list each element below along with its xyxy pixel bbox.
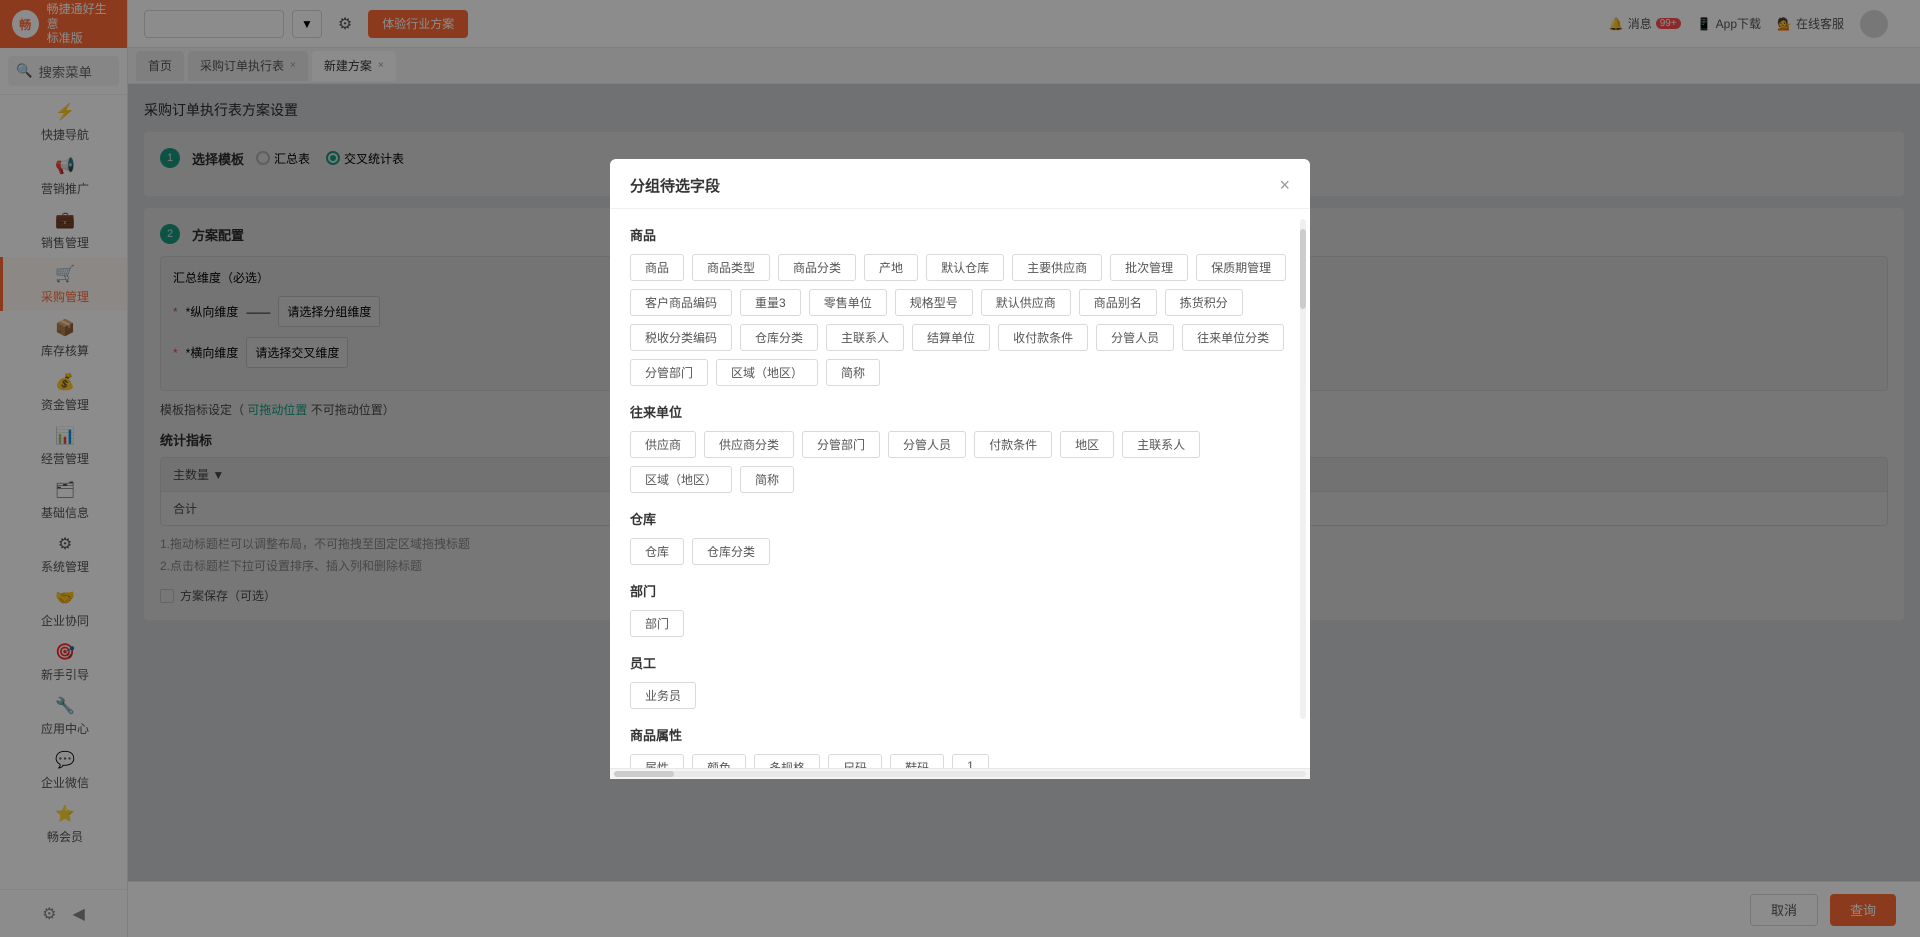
tag-shangpin-2[interactable]: 商品分类: [778, 254, 856, 281]
modal-close-button[interactable]: ×: [1279, 175, 1290, 196]
tag-shangpin-23[interactable]: 区域（地区）: [716, 359, 818, 386]
modal-tags-shangpin: 商品 商品类型 商品分类 产地 默认仓库 主要供应商 批次管理 保质期管理 客户…: [630, 254, 1290, 386]
tag-shangpin-21[interactable]: 往来单位分类: [1182, 324, 1284, 351]
section-title-cangku: 仓库: [630, 509, 1290, 528]
tag-shangpin-3[interactable]: 产地: [864, 254, 918, 281]
tag-bumen-0[interactable]: 部门: [630, 610, 684, 637]
tag-wanglai-6[interactable]: 主联系人: [1122, 431, 1200, 458]
tag-shuxing-1[interactable]: 颜色: [692, 754, 746, 768]
tag-wanglai-3[interactable]: 分管人员: [888, 431, 966, 458]
section-title-shangpin: 商品: [630, 225, 1290, 244]
modal-hscrollbar[interactable]: [610, 768, 1310, 779]
tag-yuangong-0[interactable]: 业务员: [630, 682, 696, 709]
modal-overlay: 分组待选字段 × 商品 商品 商品类型 商品分类 产地 默认仓库 主要供应商 批…: [0, 0, 1920, 937]
tag-shuxing-2[interactable]: 多规格: [754, 754, 820, 768]
modal-tags-bumen: 部门: [630, 610, 1290, 637]
tag-wanglai-7[interactable]: 区域（地区）: [630, 466, 732, 493]
tag-shangpin-8[interactable]: 客户商品编码: [630, 289, 732, 316]
tag-shangpin-19[interactable]: 收付款条件: [998, 324, 1088, 351]
tag-shuxing-5[interactable]: 1: [952, 754, 989, 768]
tag-shangpin-22[interactable]: 分管部门: [630, 359, 708, 386]
tag-shangpin-13[interactable]: 商品别名: [1079, 289, 1157, 316]
section-title-wanglai: 往来单位: [630, 402, 1290, 421]
tag-shangpin-18[interactable]: 结算单位: [912, 324, 990, 351]
tag-shangpin-12[interactable]: 默认供应商: [981, 289, 1071, 316]
tag-wanglai-5[interactable]: 地区: [1060, 431, 1114, 458]
modal-title: 分组待选字段: [630, 175, 720, 196]
tag-wanglai-8[interactable]: 简称: [740, 466, 794, 493]
tag-wanglai-2[interactable]: 分管部门: [802, 431, 880, 458]
tag-wanglai-1[interactable]: 供应商分类: [704, 431, 794, 458]
tag-shangpin-11[interactable]: 规格型号: [895, 289, 973, 316]
tag-shangpin-17[interactable]: 主联系人: [826, 324, 904, 351]
tag-wanglai-0[interactable]: 供应商: [630, 431, 696, 458]
modal-body: 商品 商品 商品类型 商品分类 产地 默认仓库 主要供应商 批次管理 保质期管理…: [610, 209, 1310, 768]
modal-tags-wanglai: 供应商 供应商分类 分管部门 分管人员 付款条件 地区 主联系人 区域（地区） …: [630, 431, 1290, 493]
hscroll-track: [614, 771, 1306, 777]
tag-shangpin-24[interactable]: 简称: [826, 359, 880, 386]
section-title-yuangong: 员工: [630, 653, 1290, 672]
modal-vscrollbar[interactable]: [1300, 219, 1306, 719]
tag-shuxing-0[interactable]: 属性: [630, 754, 684, 768]
modal-tags-yuangong: 业务员: [630, 682, 1290, 709]
tag-cangku-1[interactable]: 仓库分类: [692, 538, 770, 565]
tag-shangpin-6[interactable]: 批次管理: [1110, 254, 1188, 281]
modal-section-cangku: 仓库 仓库 仓库分类: [630, 509, 1290, 565]
modal-header: 分组待选字段 ×: [610, 159, 1310, 209]
tag-cangku-0[interactable]: 仓库: [630, 538, 684, 565]
section-title-shuxing: 商品属性: [630, 725, 1290, 744]
tag-shuxing-3[interactable]: 尺码: [828, 754, 882, 768]
modal-section-shuxing: 商品属性 属性 颜色 多规格 尺码 鞋码 1: [630, 725, 1290, 768]
modal-section-bumen: 部门 部门: [630, 581, 1290, 637]
tag-shangpin-9[interactable]: 重量3: [740, 289, 801, 316]
tag-shangpin-4[interactable]: 默认仓库: [926, 254, 1004, 281]
modal-tags-cangku: 仓库 仓库分类: [630, 538, 1290, 565]
tag-shangpin-1[interactable]: 商品类型: [692, 254, 770, 281]
modal-vscrollbar-thumb: [1300, 229, 1306, 309]
tag-shangpin-10[interactable]: 零售单位: [809, 289, 887, 316]
tag-shangpin-20[interactable]: 分管人员: [1096, 324, 1174, 351]
modal-section-yuangong: 员工 业务员: [630, 653, 1290, 709]
tag-shangpin-16[interactable]: 仓库分类: [740, 324, 818, 351]
tag-wanglai-4[interactable]: 付款条件: [974, 431, 1052, 458]
section-title-bumen: 部门: [630, 581, 1290, 600]
tag-shangpin-15[interactable]: 税收分类编码: [630, 324, 732, 351]
tag-shangpin-5[interactable]: 主要供应商: [1012, 254, 1102, 281]
modal-section-wanglai: 往来单位 供应商 供应商分类 分管部门 分管人员 付款条件 地区 主联系人 区域…: [630, 402, 1290, 493]
hscroll-thumb: [614, 771, 674, 777]
tag-shangpin-14[interactable]: 拣货积分: [1165, 289, 1243, 316]
modal-dialog: 分组待选字段 × 商品 商品 商品类型 商品分类 产地 默认仓库 主要供应商 批…: [610, 159, 1310, 779]
tag-shangpin-0[interactable]: 商品: [630, 254, 684, 281]
tag-shuxing-4[interactable]: 鞋码: [890, 754, 944, 768]
modal-section-shangpin: 商品 商品 商品类型 商品分类 产地 默认仓库 主要供应商 批次管理 保质期管理…: [630, 225, 1290, 386]
modal-tags-shuxing: 属性 颜色 多规格 尺码 鞋码 1: [630, 754, 1290, 768]
tag-shangpin-7[interactable]: 保质期管理: [1196, 254, 1286, 281]
